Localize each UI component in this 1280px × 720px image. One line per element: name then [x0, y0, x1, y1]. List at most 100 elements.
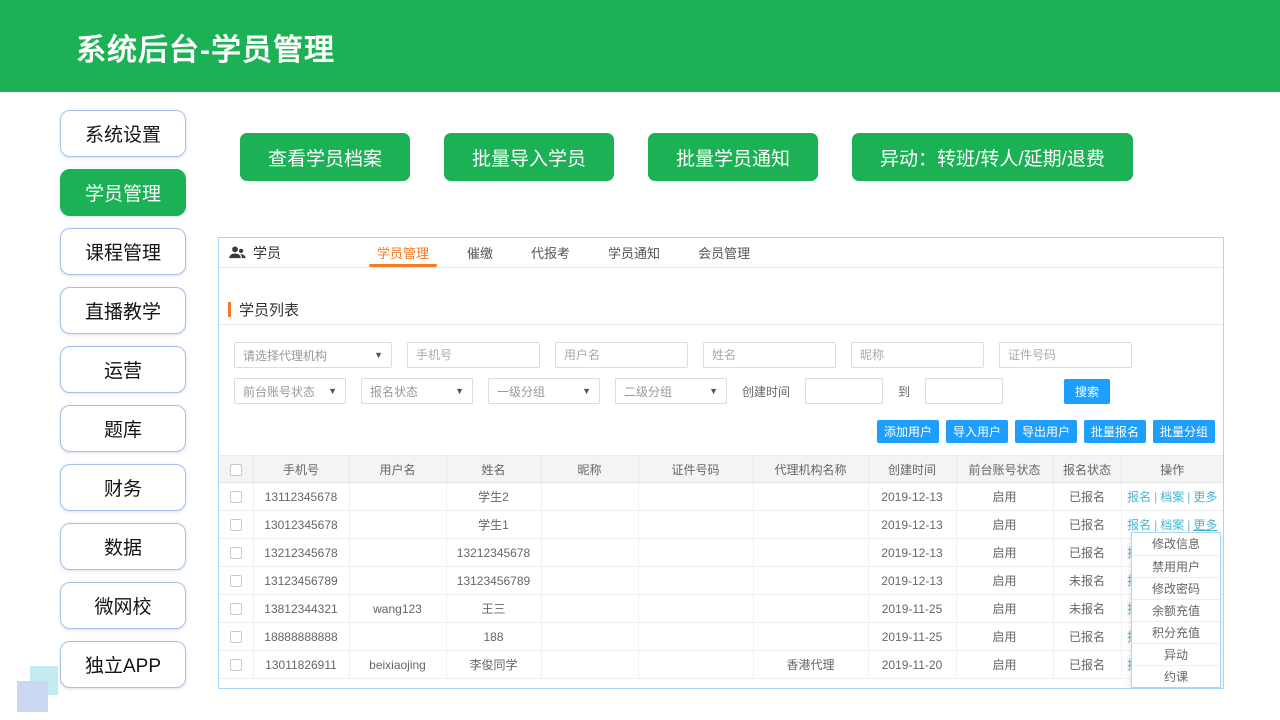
more-menu-item[interactable]: 修改信息: [1132, 533, 1220, 555]
sidebar-item-standalone-app[interactable]: 独立APP: [60, 641, 186, 688]
sidebar-item-question-bank[interactable]: 题库: [60, 405, 186, 452]
row-checkbox[interactable]: [230, 491, 242, 503]
cell-nickname: [541, 623, 638, 651]
cell-created: 2019-11-20: [868, 651, 956, 679]
table-row: 13123456789131234567892019-12-13启用未报名报名|…: [219, 567, 1223, 595]
batch-group-button[interactable]: 批量分组: [1153, 420, 1215, 443]
row-action-more[interactable]: 更多: [1193, 490, 1217, 504]
row-select-cell: [219, 595, 253, 623]
agency-select-value: 请选择代理机构: [243, 347, 327, 364]
import-user-button[interactable]: 导入用户: [946, 420, 1008, 443]
more-menu-item[interactable]: 积分充值: [1132, 621, 1220, 643]
group-level1-select-value: 一级分组: [497, 383, 545, 400]
group-level2-select[interactable]: 二级分组▼: [615, 378, 727, 404]
username-input[interactable]: [555, 342, 688, 368]
cell-created: 2019-12-13: [868, 483, 956, 511]
cell-created: 2019-12-13: [868, 511, 956, 539]
signup-status-select[interactable]: 报名状态▼: [361, 378, 473, 404]
batch-notice-button[interactable]: 批量学员通知: [648, 133, 818, 181]
column-header: 报名状态: [1053, 456, 1121, 483]
signup-status-select-value: 报名状态: [370, 383, 418, 400]
tab-student-management[interactable]: 学员管理: [375, 238, 431, 267]
more-menu-item[interactable]: 约课: [1132, 665, 1220, 687]
cell-id-number: [638, 511, 753, 539]
group-level1-select[interactable]: 一级分组▼: [488, 378, 600, 404]
cell-nickname: [541, 567, 638, 595]
more-menu-item[interactable]: 禁用用户: [1132, 555, 1220, 577]
column-header: 用户名: [349, 456, 446, 483]
created-from-input[interactable]: [805, 378, 883, 404]
sidebar-item-student-management[interactable]: 学员管理: [60, 169, 186, 216]
sidebar-item-course-management[interactable]: 课程管理: [60, 228, 186, 275]
cell-agency: [753, 567, 868, 595]
row-checkbox[interactable]: [230, 575, 242, 587]
row-action-signup[interactable]: 报名: [1127, 518, 1151, 532]
cell-signup-status: 已报名: [1053, 623, 1121, 651]
cell-signup-status: 已报名: [1053, 511, 1121, 539]
cell-phone: 18888888888: [253, 623, 349, 651]
batch-import-button[interactable]: 批量导入学员: [444, 133, 614, 181]
cell-created: 2019-11-25: [868, 623, 956, 651]
table-row: 13212345678132123456782019-12-13启用已报名报名|…: [219, 539, 1223, 567]
id-number-input[interactable]: [999, 342, 1132, 368]
table-row: 188888888881882019-11-25启用已报名报名|档案|更多: [219, 623, 1223, 651]
table-body: 13112345678学生22019-12-13启用已报名报名|档案|更多130…: [219, 483, 1223, 679]
phone-input[interactable]: [407, 342, 540, 368]
cell-agency: 香港代理: [753, 651, 868, 679]
cell-phone: 13011826911: [253, 651, 349, 679]
export-user-button[interactable]: 导出用户: [1015, 420, 1077, 443]
change-actions-button[interactable]: 异动：转班/转人/延期/退费: [852, 133, 1133, 181]
cell-username: [349, 623, 446, 651]
tab-proxy-exam[interactable]: 代报考: [529, 238, 572, 267]
more-menu-item[interactable]: 修改密码: [1132, 577, 1220, 599]
quick-actions: 查看学员档案批量导入学员批量学员通知异动：转班/转人/延期/退费: [240, 133, 1133, 181]
view-archive-button[interactable]: 查看学员档案: [240, 133, 410, 181]
row-checkbox[interactable]: [230, 631, 242, 643]
account-status-select[interactable]: 前台账号状态▼: [234, 378, 346, 404]
cell-signup-status: 未报名: [1053, 595, 1121, 623]
cell-name: 学生1: [446, 511, 541, 539]
row-checkbox[interactable]: [230, 659, 242, 671]
cell-name: 188: [446, 623, 541, 651]
agency-select[interactable]: 请选择代理机构▼: [234, 342, 392, 368]
tab-student-notice[interactable]: 学员通知: [606, 238, 662, 267]
cell-created: 2019-11-25: [868, 595, 956, 623]
filter-row2-selects: 前台账号状态▼报名状态▼一级分组▼二级分组▼: [234, 378, 727, 404]
batch-signup-button[interactable]: 批量报名: [1084, 420, 1146, 443]
row-action-archive[interactable]: 档案: [1160, 490, 1184, 504]
cell-username: [349, 483, 446, 511]
row-checkbox[interactable]: [230, 547, 242, 559]
sidebar-item-micro-school[interactable]: 微网校: [60, 582, 186, 629]
more-menu-item[interactable]: 异动: [1132, 643, 1220, 665]
section-title-row: 学员列表: [219, 295, 1223, 325]
tab-collection[interactable]: 催缴: [465, 238, 495, 267]
sidebar-item-data[interactable]: 数据: [60, 523, 186, 570]
row-checkbox[interactable]: [230, 603, 242, 615]
name-input[interactable]: [703, 342, 836, 368]
add-user-button[interactable]: 添加用户: [877, 420, 939, 443]
created-time-label: 创建时间: [742, 383, 790, 400]
row-checkbox[interactable]: [230, 519, 242, 531]
sidebar-item-operations[interactable]: 运营: [60, 346, 186, 393]
row-select-cell: [219, 511, 253, 539]
cell-phone: 13212345678: [253, 539, 349, 567]
sidebar: 系统设置学员管理课程管理直播教学运营题库财务数据微网校独立APP: [60, 110, 186, 688]
row-action-more[interactable]: 更多: [1193, 518, 1217, 532]
cell-id-number: [638, 539, 753, 567]
group-level2-select-value: 二级分组: [624, 383, 672, 400]
row-action-signup[interactable]: 报名: [1127, 490, 1151, 504]
more-menu-item[interactable]: 余额充值: [1132, 599, 1220, 621]
sidebar-item-system-settings[interactable]: 系统设置: [60, 110, 186, 157]
select-all-checkbox[interactable]: [230, 464, 242, 476]
search-button[interactable]: 搜索: [1064, 379, 1110, 404]
chevron-down-icon: ▼: [328, 386, 337, 396]
filter-row-2: 前台账号状态▼报名状态▼一级分组▼二级分组▼ 创建时间 到 搜索: [219, 378, 1223, 404]
cell-id-number: [638, 651, 753, 679]
tab-member-management[interactable]: 会员管理: [696, 238, 752, 267]
created-to-input[interactable]: [925, 378, 1003, 404]
sidebar-item-live-teaching[interactable]: 直播教学: [60, 287, 186, 334]
nickname-input[interactable]: [851, 342, 984, 368]
sidebar-item-finance[interactable]: 财务: [60, 464, 186, 511]
cell-created: 2019-12-13: [868, 539, 956, 567]
row-action-archive[interactable]: 档案: [1160, 518, 1184, 532]
